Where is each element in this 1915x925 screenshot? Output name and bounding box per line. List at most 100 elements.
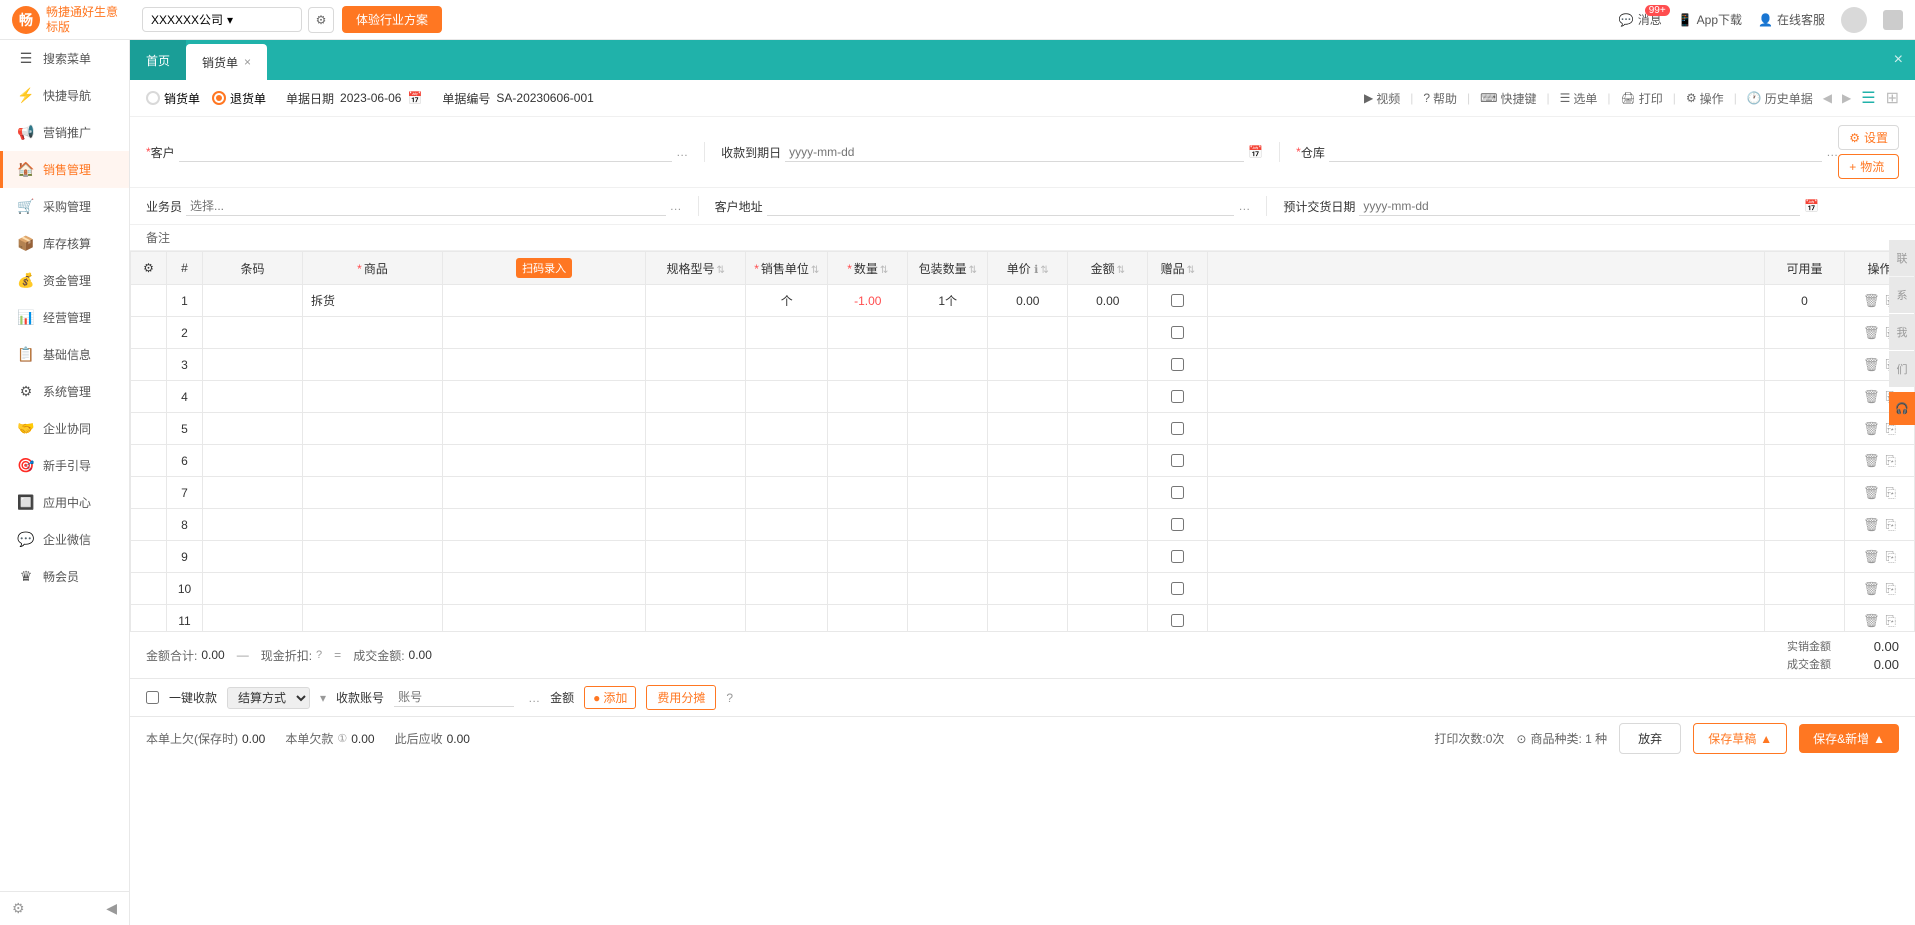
cell-price[interactable] [988, 509, 1068, 541]
float-btn-2[interactable]: 系 [1889, 277, 1915, 313]
delete-icon[interactable]: 🗑 [1863, 549, 1880, 565]
salesperson-ellipsis-icon[interactable]: … [670, 199, 682, 213]
tab-close-icon[interactable]: × [244, 55, 251, 69]
video-link[interactable]: ▶ 视频 [1364, 90, 1400, 107]
cell-barcode[interactable] [203, 445, 303, 477]
gift-checkbox[interactable] [1171, 454, 1184, 467]
sidebar-item-sales[interactable]: 🏠 销售管理 [0, 151, 129, 188]
account-ellipsis-icon[interactable]: … [528, 691, 540, 705]
cell-unit[interactable] [746, 381, 828, 413]
copy-icon[interactable]: ⎘ [1886, 549, 1896, 565]
one-click-payment-checkbox[interactable] [146, 691, 159, 704]
delete-icon[interactable]: 🗑 [1863, 453, 1880, 469]
cell-unit[interactable] [746, 317, 828, 349]
select-link[interactable]: ☰ 选单 [1560, 90, 1598, 107]
prev-icon[interactable]: ◀ [1823, 91, 1832, 105]
cell-pkg[interactable] [908, 573, 988, 605]
delete-icon[interactable]: 🗑 [1863, 581, 1880, 597]
cell-price[interactable] [988, 477, 1068, 509]
cell-product[interactable] [303, 381, 443, 413]
cell-amount[interactable] [1068, 413, 1148, 445]
cell-price[interactable] [988, 413, 1068, 445]
company-selector[interactable]: XXXXXX公司 ▾ [142, 7, 302, 32]
cell-amount[interactable] [1068, 509, 1148, 541]
cell-price[interactable] [988, 317, 1068, 349]
cell-price[interactable] [988, 381, 1068, 413]
delete-icon[interactable]: 🗑 [1863, 485, 1880, 501]
copy-icon[interactable]: ⎘ [1886, 453, 1896, 469]
history-link[interactable]: 🕐 历史单据 [1747, 90, 1813, 107]
expense-help-icon[interactable]: ? [726, 691, 733, 705]
cell-gift[interactable] [1148, 413, 1208, 445]
cell-gift[interactable] [1148, 509, 1208, 541]
cell-amount[interactable] [1068, 477, 1148, 509]
cell-product[interactable] [303, 445, 443, 477]
gift-checkbox[interactable] [1171, 614, 1184, 627]
cell-product[interactable] [303, 477, 443, 509]
cell-qty[interactable] [828, 317, 908, 349]
cell-barcode[interactable] [203, 541, 303, 573]
gift-checkbox[interactable] [1171, 390, 1184, 403]
cell-price[interactable] [988, 541, 1068, 573]
customer-ellipsis-icon[interactable]: … [676, 145, 688, 159]
cell-price[interactable]: 0.00 [988, 285, 1068, 317]
address-ellipsis-icon[interactable]: … [1238, 199, 1250, 213]
radio-return[interactable]: 退货单 [212, 90, 266, 107]
copy-icon[interactable]: ⎘ [1886, 581, 1896, 597]
cell-spec[interactable] [646, 541, 746, 573]
float-btn-4[interactable]: 们 [1889, 351, 1915, 387]
cell-barcode[interactable] [203, 285, 303, 317]
cell-unit[interactable] [746, 605, 828, 632]
cell-unit[interactable] [746, 445, 828, 477]
overdue-info-icon[interactable]: ① [337, 732, 347, 745]
cell-qty[interactable]: -1.00 [828, 285, 908, 317]
save-draft-button[interactable]: 保存草稿 ▲ [1693, 723, 1787, 754]
cell-barcode[interactable] [203, 509, 303, 541]
cell-qty[interactable] [828, 381, 908, 413]
save-new-button[interactable]: 保存&新增 ▲ [1799, 724, 1899, 753]
cell-barcode[interactable] [203, 349, 303, 381]
cell-spec[interactable] [646, 349, 746, 381]
grid-view-icon[interactable]: ⊞ [1886, 88, 1899, 108]
warehouse-ellipsis-icon[interactable]: … [1826, 145, 1838, 159]
sidebar-item-quick[interactable]: ⚡ 快捷导航 [0, 77, 129, 114]
cell-unit[interactable] [746, 477, 828, 509]
cell-pkg[interactable] [908, 317, 988, 349]
help-link[interactable]: ? 帮助 [1423, 90, 1457, 107]
cell-qty[interactable] [828, 605, 908, 632]
cell-barcode[interactable] [203, 477, 303, 509]
cell-unit[interactable] [746, 573, 828, 605]
logistics-button[interactable]: + 物流 [1838, 154, 1899, 179]
delete-icon[interactable]: 🗑 [1863, 421, 1880, 437]
cell-product[interactable] [303, 349, 443, 381]
cell-barcode[interactable] [203, 381, 303, 413]
sidebar-item-system[interactable]: ⚙ 系统管理 [0, 373, 129, 410]
delivery-date-calendar-icon[interactable]: 📅 [1804, 199, 1819, 213]
shortcut-link[interactable]: ⌨ 快捷键 [1480, 90, 1536, 107]
customer-address-input[interactable] [767, 197, 1235, 216]
gift-checkbox[interactable] [1171, 582, 1184, 595]
cell-pkg[interactable] [908, 413, 988, 445]
copy-icon[interactable]: ⎘ [1886, 613, 1896, 629]
cell-spec[interactable] [646, 605, 746, 632]
cell-spec[interactable] [646, 413, 746, 445]
cell-gift[interactable] [1148, 445, 1208, 477]
cell-pkg[interactable] [908, 381, 988, 413]
sidebar-item-collab[interactable]: 🤝 企业协同 [0, 410, 129, 447]
sidebar-item-apps[interactable]: 🔲 应用中心 [0, 484, 129, 521]
cell-amount[interactable] [1068, 349, 1148, 381]
expense-split-button[interactable]: 费用分摊 [646, 685, 716, 710]
cell-qty[interactable] [828, 477, 908, 509]
payment-method-select[interactable]: 结算方式 [227, 687, 310, 709]
account-input[interactable] [394, 688, 514, 707]
cell-spec[interactable] [646, 445, 746, 477]
form-settings-button[interactable]: ⚙ 设置 [1838, 125, 1899, 150]
sidebar-collapse-icon[interactable]: ◀ [106, 900, 117, 917]
cell-spec[interactable] [646, 509, 746, 541]
gift-checkbox[interactable] [1171, 550, 1184, 563]
due-date-calendar-icon[interactable]: 📅 [1248, 145, 1263, 159]
tab-home[interactable]: 首页 [130, 40, 186, 80]
cell-pkg[interactable] [908, 605, 988, 632]
delete-icon[interactable]: 🗑 [1863, 517, 1880, 533]
sidebar-item-guide[interactable]: 🎯 新手引导 [0, 447, 129, 484]
